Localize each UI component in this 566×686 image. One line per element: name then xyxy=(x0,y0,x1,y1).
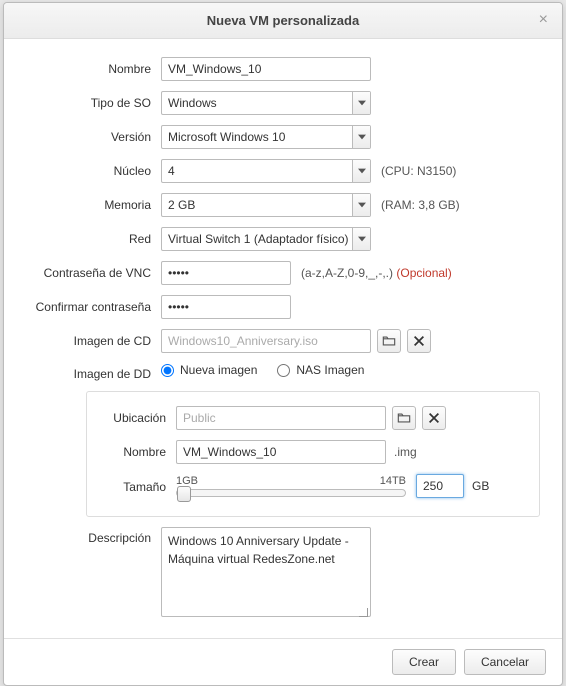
cd-image-input[interactable] xyxy=(161,329,371,353)
cpu-hint: (CPU: N3150) xyxy=(381,164,456,178)
radio-nas-image[interactable]: NAS Imagen xyxy=(277,363,364,377)
cancel-button[interactable]: Cancelar xyxy=(464,649,546,675)
dd-ext-label: .img xyxy=(394,445,417,459)
label-dd-name: Nombre xyxy=(101,445,176,459)
chevron-down-icon[interactable] xyxy=(352,126,370,148)
chevron-down-icon[interactable] xyxy=(352,160,370,182)
vnc-hint: (a-z,A-Z,0-9,_,-,.) (Opcional) xyxy=(301,266,452,280)
chevron-down-icon[interactable] xyxy=(352,92,370,114)
label-version: Versión xyxy=(26,130,161,144)
label-name: Nombre xyxy=(26,62,161,76)
slider-track[interactable] xyxy=(176,489,406,497)
ram-hint: (RAM: 3,8 GB) xyxy=(381,198,460,212)
clear-button[interactable] xyxy=(407,329,431,353)
location-input[interactable] xyxy=(176,406,386,430)
label-location: Ubicación xyxy=(101,411,176,425)
chevron-down-icon[interactable] xyxy=(352,228,370,250)
os-type-select[interactable] xyxy=(161,91,371,115)
label-dd-image: Imagen de DD xyxy=(26,363,161,381)
dd-image-section: Ubicación Nombre .img xyxy=(86,391,540,517)
label-cd-image: Imagen de CD xyxy=(26,334,161,348)
size-slider[interactable]: 1GB 14TB xyxy=(176,475,406,497)
label-os-type: Tipo de SO xyxy=(26,96,161,110)
x-icon xyxy=(427,411,441,425)
x-icon xyxy=(412,334,426,348)
browse-folder-button[interactable] xyxy=(377,329,401,353)
core-select[interactable] xyxy=(161,159,371,183)
label-confirm-password: Confirmar contraseña xyxy=(26,300,161,314)
label-vnc-password: Contraseña de VNC xyxy=(26,266,161,280)
dialog-title: Nueva VM personalizada xyxy=(207,13,359,28)
version-select[interactable] xyxy=(161,125,371,149)
dialog-footer: Crear Cancelar xyxy=(4,638,562,685)
radio-new-image[interactable]: Nueva imagen xyxy=(161,363,257,377)
name-input[interactable] xyxy=(161,57,371,81)
size-unit: GB xyxy=(472,479,489,493)
slider-max-label: 14TB xyxy=(380,475,406,487)
label-description: Descripción xyxy=(26,527,161,545)
dd-name-input[interactable] xyxy=(176,440,386,464)
titlebar: Nueva VM personalizada × xyxy=(4,3,562,39)
browse-folder-button[interactable] xyxy=(392,406,416,430)
dialog-body: Nombre Tipo de SO Versión xyxy=(4,39,562,638)
network-select[interactable] xyxy=(161,227,371,251)
dd-image-radio-group: Nueva imagen NAS Imagen xyxy=(161,363,540,377)
description-textarea[interactable] xyxy=(161,527,371,617)
slider-thumb[interactable] xyxy=(177,486,191,502)
chevron-down-icon[interactable] xyxy=(352,194,370,216)
confirm-password-input[interactable] xyxy=(161,295,291,319)
label-memory: Memoria xyxy=(26,198,161,212)
close-icon[interactable]: × xyxy=(535,11,552,29)
size-input[interactable] xyxy=(416,474,464,498)
create-button[interactable]: Crear xyxy=(392,649,456,675)
clear-button[interactable] xyxy=(422,406,446,430)
label-network: Red xyxy=(26,232,161,246)
label-core: Núcleo xyxy=(26,164,161,178)
memory-select[interactable] xyxy=(161,193,371,217)
label-size: Tamaño xyxy=(101,480,176,498)
folder-icon xyxy=(397,411,411,425)
folder-icon xyxy=(382,334,396,348)
vm-dialog: Nueva VM personalizada × Nombre Tipo de … xyxy=(3,2,563,686)
vnc-password-input[interactable] xyxy=(161,261,291,285)
